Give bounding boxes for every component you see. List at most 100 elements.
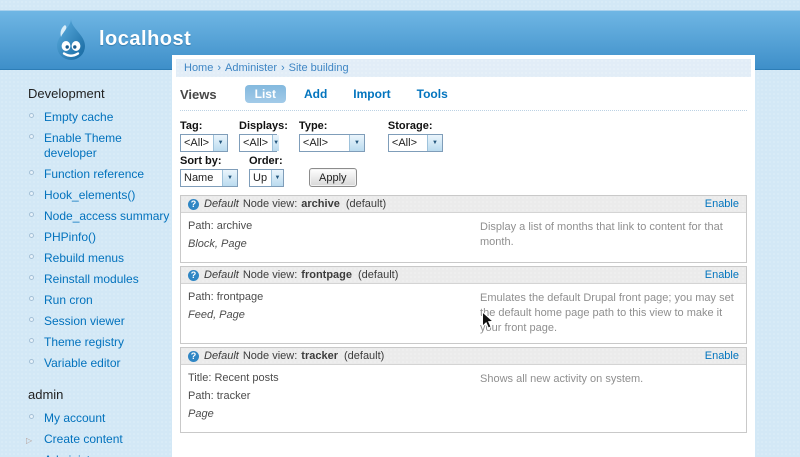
sidebar-item-hook-elements[interactable]: Hook_elements()	[28, 188, 172, 203]
sidebar-item-node-access-summary[interactable]: Node_access summary	[28, 209, 172, 224]
drupal-logo-icon[interactable]	[52, 18, 90, 67]
sidebar-link[interactable]: Run cron	[44, 293, 93, 307]
circle-bullet-icon	[29, 359, 34, 364]
select-arrow-icon: ▼	[222, 170, 237, 186]
sidebar-link[interactable]: Function reference	[44, 167, 144, 181]
sidebar-section-title: admin	[28, 387, 64, 402]
view-type-label: Node view:	[242, 350, 298, 362]
sidebar-link[interactable]: Rebuild menus	[44, 251, 124, 265]
sidebar-link[interactable]: Node_access summary	[44, 209, 169, 223]
view-row-header: ? Default Node view: archive (default) E…	[181, 196, 746, 213]
tab-import[interactable]: Import	[353, 87, 390, 101]
view-row-header: ? Default Node view: frontpage (default)…	[181, 267, 746, 284]
sidebar-item-create-content[interactable]: ▷ Create content	[26, 432, 172, 447]
site-name[interactable]: localhost	[99, 28, 191, 51]
select-arrow-icon: ▼	[213, 135, 227, 151]
select-arrow-icon: ▼	[272, 135, 280, 151]
sidebar-item-empty-cache[interactable]: Empty cache	[28, 110, 172, 125]
sidebar-item-my-account[interactable]: My account	[28, 411, 172, 426]
select-value: <All>	[391, 137, 417, 149]
sidebar-link[interactable]: Enable Theme developer	[44, 131, 122, 160]
sidebar-link[interactable]: Theme registry	[44, 335, 124, 349]
filter-label: Tag:	[180, 120, 203, 132]
filter-tag: Tag: <All> ▼	[180, 120, 228, 152]
view-path: Path: archive	[188, 220, 253, 232]
circle-bullet-icon	[29, 317, 34, 322]
sidebar-item-variable-editor[interactable]: Variable editor	[28, 356, 172, 371]
view-suffix: (default)	[343, 350, 385, 362]
sidebar: Development Empty cache Enable Theme dev…	[0, 86, 172, 457]
select-arrow-icon: ▼	[348, 135, 364, 151]
filter-storage: Storage: <All> ▼	[387, 120, 443, 152]
view-name: tracker	[301, 350, 338, 362]
apply-button[interactable]: Apply	[309, 168, 357, 187]
tab-add[interactable]: Add	[304, 87, 327, 101]
help-icon[interactable]: ?	[188, 198, 199, 210]
storage-select[interactable]: <All> ▼	[387, 134, 443, 152]
sidebar-item-administer[interactable]: ▽Administer ▷Content management	[28, 453, 172, 457]
help-icon[interactable]: ?	[188, 350, 199, 362]
circle-bullet-icon	[29, 254, 34, 259]
select-arrow-icon: ▼	[426, 135, 442, 151]
view-suffix: (default)	[358, 269, 399, 281]
breadcrumb: Home › Administer › Site building	[176, 59, 751, 77]
select-arrow-icon: ▼	[271, 170, 283, 186]
view-description: Shows all new activity on system.	[480, 373, 644, 385]
circle-bullet-icon	[29, 170, 34, 175]
view-name: frontpage	[301, 269, 353, 281]
sidebar-link[interactable]: Hook_elements()	[44, 188, 135, 202]
view-displays: Feed, Page	[188, 309, 245, 321]
view-path: Path: frontpage	[188, 291, 264, 303]
filter-order: Order: Up ▼	[249, 155, 284, 187]
sidebar-item-reinstall-modules[interactable]: Reinstall modules	[28, 272, 172, 287]
filter-label: Displays:	[239, 120, 288, 132]
sidebar-link[interactable]: Variable editor	[44, 356, 121, 370]
sidebar-link[interactable]: My account	[44, 411, 105, 425]
circle-bullet-icon	[29, 233, 34, 238]
sidebar-item-rebuild-menus[interactable]: Rebuild menus	[28, 251, 172, 266]
view-type-label: Node view:	[242, 269, 298, 281]
enable-link[interactable]: Enable	[705, 350, 739, 362]
sidebar-item-phpinfo[interactable]: PHPinfo()	[28, 230, 172, 245]
select-value: <All>	[302, 137, 328, 149]
collapsed-triangle-icon: ▷	[26, 436, 33, 445]
displays-select[interactable]: <All> ▼	[239, 134, 280, 152]
order-select[interactable]: Up ▼	[249, 169, 284, 187]
tab-list[interactable]: List	[244, 85, 286, 103]
circle-bullet-icon	[29, 338, 34, 343]
tab-tools[interactable]: Tools	[417, 87, 448, 101]
enable-link[interactable]: Enable	[705, 198, 739, 210]
breadcrumb-link-site-building[interactable]: Site building	[289, 62, 349, 74]
view-path: Path: tracker	[188, 390, 251, 402]
tag-select[interactable]: <All> ▼	[180, 134, 228, 152]
sidebar-item-enable-theme-developer[interactable]: Enable Theme developer	[28, 131, 172, 161]
sidebar-link[interactable]: Administer	[44, 453, 101, 457]
sidebar-item-theme-registry[interactable]: Theme registry	[28, 335, 172, 350]
view-description: Display a list of months that link to co…	[480, 221, 723, 248]
breadcrumb-link-administer[interactable]: Administer	[225, 62, 277, 74]
circle-bullet-icon	[29, 296, 34, 301]
sidebar-item-session-viewer[interactable]: Session viewer	[28, 314, 172, 329]
circle-bullet-icon	[29, 134, 34, 139]
sort-by-select[interactable]: Name ▼	[180, 169, 238, 187]
help-icon[interactable]: ?	[188, 269, 199, 281]
circle-bullet-icon	[29, 275, 34, 280]
sidebar-link[interactable]: Reinstall modules	[44, 272, 139, 286]
view-row-archive: ? Default Node view: archive (default) E…	[180, 195, 747, 263]
circle-bullet-icon	[29, 191, 34, 196]
sidebar-link[interactable]: Session viewer	[44, 314, 125, 328]
breadcrumb-link-home[interactable]: Home	[184, 62, 213, 74]
sidebar-item-run-cron[interactable]: Run cron	[28, 293, 172, 308]
sidebar-link[interactable]: Empty cache	[44, 110, 113, 124]
view-title: Title: Recent posts	[188, 372, 279, 384]
sidebar-item-function-reference[interactable]: Function reference	[28, 167, 172, 182]
filters: Tag: <All> ▼ Displays: <All> ▼ Type: <Al…	[180, 120, 747, 187]
sidebar-link[interactable]: PHPinfo()	[44, 230, 96, 244]
view-badge: Default	[204, 198, 239, 210]
filter-label: Order:	[249, 155, 283, 167]
view-description: Emulates the default Drupal front page; …	[480, 292, 734, 334]
sidebar-link[interactable]: Create content	[44, 432, 123, 446]
enable-link[interactable]: Enable	[705, 269, 739, 281]
view-row-tracker: ? Default Node view: tracker (default) E…	[180, 347, 747, 433]
type-select[interactable]: <All> ▼	[298, 134, 365, 152]
